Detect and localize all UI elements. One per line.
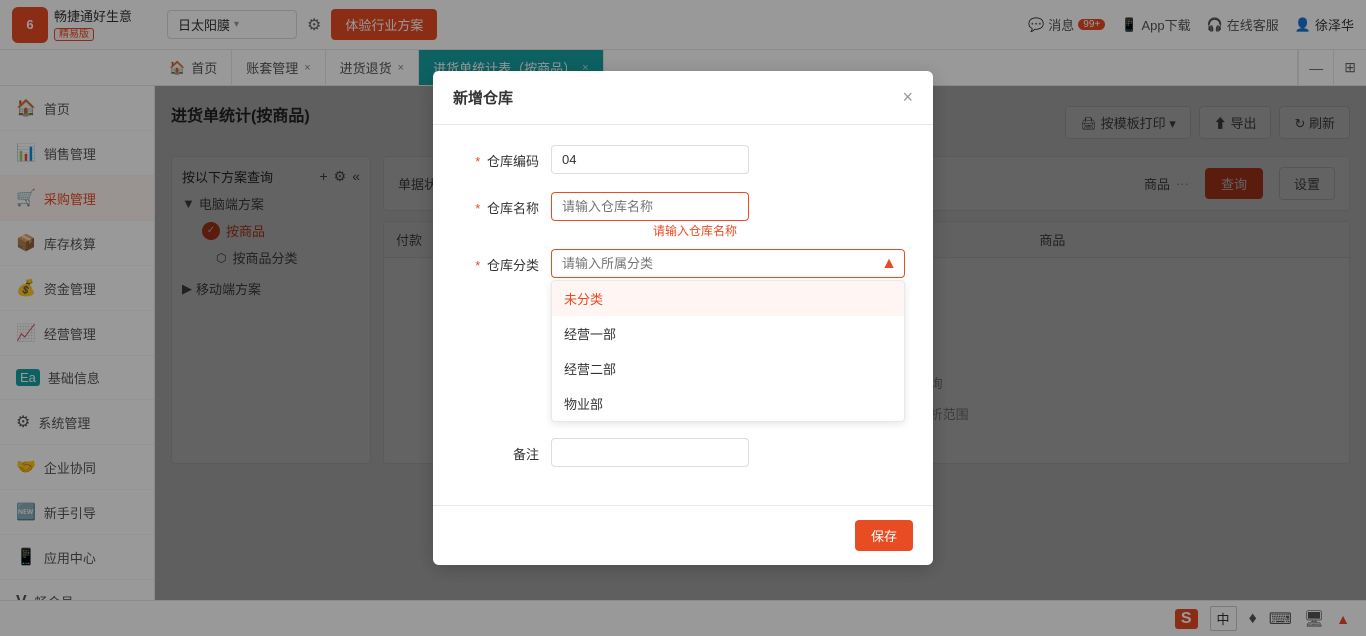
category-dropdown-wrap: ▲ 未分类 经营一部 经营二部 物业部 [551,249,905,278]
name-input-wrap: 请输入仓库名称 [551,192,905,221]
dropdown-option-property[interactable]: 物业部 [552,386,904,421]
note-label-text: 备注 [513,447,539,462]
category-dropdown-arrow-icon[interactable]: ▲ [881,255,897,273]
modal-header: 新增仓库 × [433,71,933,125]
name-input[interactable] [551,192,749,221]
note-label: 备注 [461,438,551,463]
modal-footer: 保存 [433,505,933,565]
note-input[interactable] [551,438,749,467]
code-label-text: 仓库编码 [487,154,539,169]
dropdown-option-dept1[interactable]: 经营一部 [552,316,904,351]
form-row-note: 备注 [461,438,905,467]
dropdown-option-uncategorized[interactable]: 未分类 [552,281,904,316]
form-row-category: * 仓库分类 ▲ 未分类 经营一部 经营二部 物业部 [461,249,905,278]
required-star-name: * [475,201,480,216]
form-row-name: * 仓库名称 请输入仓库名称 [461,192,905,221]
form-row-code: * 仓库编码 [461,145,905,174]
category-dropdown-list: 未分类 经营一部 经营二部 物业部 [551,280,905,422]
category-input[interactable] [551,249,905,278]
dropdown-option-dept2[interactable]: 经营二部 [552,351,904,386]
name-label: * 仓库名称 [461,192,551,217]
category-label-text: 仓库分类 [487,258,539,273]
modal-close-button[interactable]: × [902,87,913,108]
code-label: * 仓库编码 [461,145,551,170]
required-star-code: * [475,154,480,169]
category-label: * 仓库分类 [461,249,551,274]
required-star-category: * [475,258,480,273]
note-input-wrap [551,438,905,467]
code-input-wrap [551,145,905,174]
modal-overlay: 新增仓库 × * 仓库编码 * 仓库名称 [0,0,1366,636]
name-label-text: 仓库名称 [487,201,539,216]
modal-title: 新增仓库 [453,87,513,108]
modal-body: * 仓库编码 * 仓库名称 请输入仓库名称 [433,125,933,505]
name-error-message: 请输入仓库名称 [653,222,737,239]
save-button[interactable]: 保存 [855,520,913,551]
code-input[interactable] [551,145,749,174]
new-warehouse-modal: 新增仓库 × * 仓库编码 * 仓库名称 [433,71,933,565]
